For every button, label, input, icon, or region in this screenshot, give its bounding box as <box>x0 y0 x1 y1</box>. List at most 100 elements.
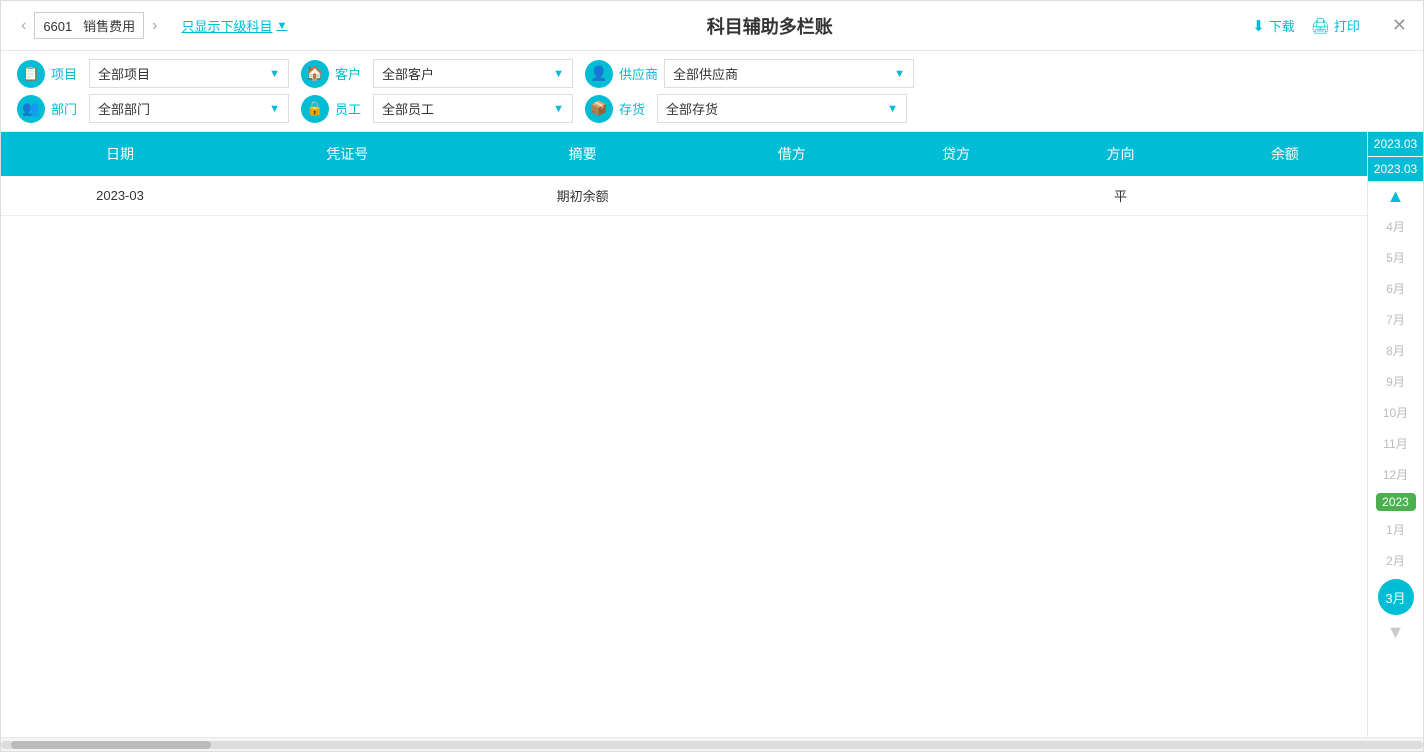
month-item-2023[interactable]: 2023 <box>1376 493 1416 511</box>
download-icon: ⬇ <box>1252 17 1265 35</box>
project-label: 项目 <box>51 64 83 83</box>
cell-date: 2023-03 <box>1 176 239 216</box>
toolbar-right: ⬇ 下载 🖨 打印 ✕ <box>1252 15 1407 36</box>
col-voucher: 凭证号 <box>239 132 456 176</box>
download-button[interactable]: ⬇ 下载 <box>1252 16 1295 35</box>
employee-arrow-icon: ▼ <box>553 103 564 115</box>
department-filter-item: 👥 部门 全部部门 ▼ <box>17 94 289 123</box>
project-filter-item: 📋 项目 全部项目 ▼ <box>17 59 289 88</box>
show-sub-arrow-icon: ▼ <box>276 20 287 32</box>
inventory-arrow-icon: ▼ <box>887 103 898 115</box>
next-account-button[interactable]: › <box>148 15 161 37</box>
filter-row-2: 👥 部门 全部部门 ▼ 🔒 员工 全部员工 ▼ 📦 存货 <box>17 94 1407 123</box>
cell-balance <box>1203 176 1367 216</box>
inventory-icon: 📦 <box>585 95 613 123</box>
month-panel: 2023.03 2023.03 ▲ 4月5月6月7月8月9月10月11月12月 2… <box>1367 132 1423 737</box>
customer-arrow-icon: ▼ <box>553 68 564 80</box>
supplier-value: 全部供应商 <box>673 64 738 83</box>
nav-area: ‹ 6601 销售费用 › 只显示下级科目 ▼ <box>17 12 287 39</box>
month-item-4月[interactable]: 4月 <box>1376 211 1416 242</box>
customer-icon: 🏠 <box>301 60 329 88</box>
month-item-3月[interactable]: 3月 <box>1378 579 1414 615</box>
employee-value: 全部员工 <box>382 99 434 118</box>
supplier-select[interactable]: 全部供应商 ▼ <box>664 59 914 88</box>
month-item-10月[interactable]: 10月 <box>1376 397 1416 428</box>
print-icon: 🖨 <box>1311 17 1330 35</box>
customer-label: 客户 <box>335 64 367 83</box>
cell-summary: 期初余额 <box>456 176 710 216</box>
customer-select[interactable]: 全部客户 ▼ <box>373 59 573 88</box>
month-item-5月[interactable]: 5月 <box>1376 242 1416 273</box>
print-button[interactable]: 🖨 打印 <box>1311 16 1360 35</box>
download-label: 下载 <box>1269 16 1295 35</box>
col-summary: 摘要 <box>456 132 710 176</box>
show-sub-label: 只显示下级科目 <box>181 16 272 35</box>
supplier-label: 供应商 <box>619 64 658 83</box>
department-value: 全部部门 <box>98 99 150 118</box>
print-label: 打印 <box>1334 16 1360 35</box>
prev-account-button[interactable]: ‹ <box>17 15 30 37</box>
month-item-6月[interactable]: 6月 <box>1376 273 1416 304</box>
month-list: 4月5月6月7月8月9月10月11月12月 2023 1月2月3月 <box>1376 211 1416 618</box>
project-arrow-icon: ▼ <box>269 68 280 80</box>
supplier-filter-item: 👤 供应商 全部供应商 ▼ <box>585 59 914 88</box>
supplier-icon: 👤 <box>585 60 613 88</box>
employee-label: 员工 <box>335 99 367 118</box>
department-label: 部门 <box>51 99 83 118</box>
employee-select[interactable]: 全部员工 ▼ <box>373 94 573 123</box>
main-window: ‹ 6601 销售费用 › 只显示下级科目 ▼ 科目辅助多栏账 ⬇ 下载 🖨 打… <box>0 0 1424 752</box>
table-row: 2023-03 期初余额 平 <box>1 176 1367 216</box>
department-select[interactable]: 全部部门 ▼ <box>89 94 289 123</box>
period-header-2[interactable]: 2023.03 <box>1368 157 1423 182</box>
col-date: 日期 <box>1 132 239 176</box>
col-direction: 方向 <box>1038 132 1202 176</box>
ledger-table: 日期 凭证号 摘要 借方 贷方 方向 余额 2023-03 期初余额 平 <box>1 132 1367 216</box>
inventory-value: 全部存货 <box>666 99 718 118</box>
scroll-down-button[interactable]: ▼ <box>1383 618 1409 647</box>
month-item-11月[interactable]: 11月 <box>1376 428 1416 459</box>
show-sub-toggle[interactable]: 只显示下级科目 ▼ <box>181 16 287 35</box>
cell-credit <box>874 176 1038 216</box>
col-debit: 借方 <box>710 132 874 176</box>
customer-filter-item: 🏠 客户 全部客户 ▼ <box>301 59 573 88</box>
cell-debit <box>710 176 874 216</box>
month-item-7月[interactable]: 7月 <box>1376 304 1416 335</box>
project-value: 全部项目 <box>98 64 150 83</box>
account-code: 6601 <box>43 19 72 34</box>
cell-voucher <box>239 176 456 216</box>
close-button[interactable]: ✕ <box>1392 15 1407 36</box>
account-name-display: 6601 销售费用 <box>34 12 144 39</box>
period-header-1[interactable]: 2023.03 <box>1368 132 1423 157</box>
page-title: 科目辅助多栏账 <box>287 13 1252 39</box>
top-bar: ‹ 6601 销售费用 › 只显示下级科目 ▼ 科目辅助多栏账 ⬇ 下载 🖨 打… <box>1 1 1423 51</box>
cell-direction: 平 <box>1038 176 1202 216</box>
col-balance: 余额 <box>1203 132 1367 176</box>
bottom-scrollbar[interactable] <box>1 737 1423 751</box>
customer-value: 全部客户 <box>382 64 434 83</box>
scrollbar-track <box>1 741 1423 749</box>
month-item-8月[interactable]: 8月 <box>1376 335 1416 366</box>
scroll-up-button[interactable]: ▲ <box>1383 182 1409 211</box>
inventory-label: 存货 <box>619 99 651 118</box>
content-area: 日期 凭证号 摘要 借方 贷方 方向 余额 2023-03 期初余额 平 2023.… <box>1 132 1423 737</box>
inventory-select[interactable]: 全部存货 ▼ <box>657 94 907 123</box>
filter-area: 📋 项目 全部项目 ▼ 🏠 客户 全部客户 ▼ 👤 供应商 <box>1 51 1423 132</box>
supplier-arrow-icon: ▼ <box>894 68 905 80</box>
month-item-1月[interactable]: 1月 <box>1376 514 1416 545</box>
employee-icon: 🔒 <box>301 95 329 123</box>
scrollbar-thumb[interactable] <box>11 741 211 749</box>
department-arrow-icon: ▼ <box>269 103 280 115</box>
department-icon: 👥 <box>17 95 45 123</box>
month-item-2月[interactable]: 2月 <box>1376 545 1416 576</box>
table-header-row: 日期 凭证号 摘要 借方 贷方 方向 余额 <box>1 132 1367 176</box>
project-icon: 📋 <box>17 60 45 88</box>
month-item-9月[interactable]: 9月 <box>1376 366 1416 397</box>
filter-row-1: 📋 项目 全部项目 ▼ 🏠 客户 全部客户 ▼ 👤 供应商 <box>17 59 1407 88</box>
account-name: 销售费用 <box>83 19 135 34</box>
main-table-area[interactable]: 日期 凭证号 摘要 借方 贷方 方向 余额 2023-03 期初余额 平 <box>1 132 1367 737</box>
employee-filter-item: 🔒 员工 全部员工 ▼ <box>301 94 573 123</box>
col-credit: 贷方 <box>874 132 1038 176</box>
month-item-12月[interactable]: 12月 <box>1376 459 1416 490</box>
project-select[interactable]: 全部项目 ▼ <box>89 59 289 88</box>
inventory-filter-item: 📦 存货 全部存货 ▼ <box>585 94 907 123</box>
